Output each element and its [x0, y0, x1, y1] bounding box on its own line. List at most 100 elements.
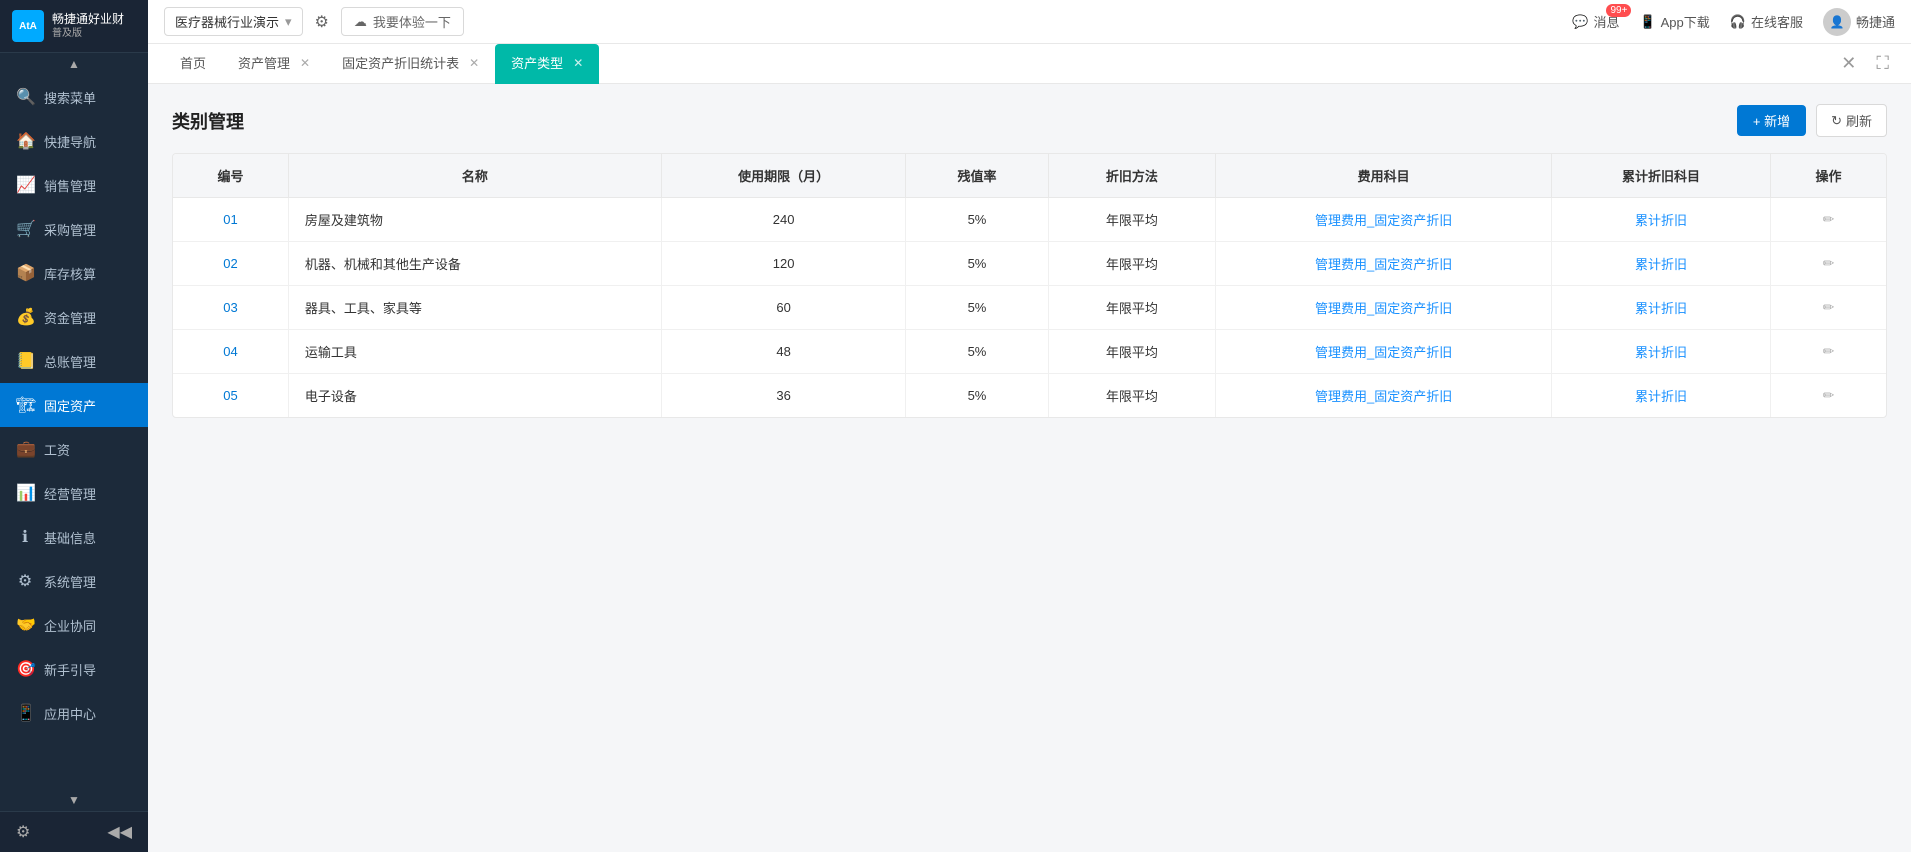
online-service-btn[interactable]: 🎧 在线客服 — [1730, 12, 1803, 31]
sidebar: AtA 畅捷通好业财 普及版 ▲ 🔍 搜索菜单🏠 快捷导航📈 销售管理🛒 采购管… — [0, 0, 148, 852]
sidebar-item-search[interactable]: 🔍 搜索菜单 — [0, 75, 148, 119]
user-name: 畅捷通 — [1856, 12, 1895, 31]
sidebar-scroll-up[interactable]: ▲ — [0, 53, 148, 75]
message-icon: 💬 — [1572, 14, 1588, 30]
sidebar-label-ops: 经营管理 — [44, 484, 96, 503]
tab-asset-type-close[interactable]: ✕ — [573, 56, 583, 70]
sidebar-item-appstore[interactable]: 📱 应用中心 — [0, 691, 148, 735]
sidebar-icon-ledger: 📒 — [16, 351, 34, 371]
cell-residual-3: 5% — [906, 330, 1048, 374]
cell-residual-1: 5% — [906, 242, 1048, 286]
new-button[interactable]: + 新增 — [1737, 105, 1806, 136]
edit-icon-4[interactable]: ✏ — [1823, 387, 1835, 403]
table-row: 02 机器、机械和其他生产设备 120 5% 年限平均 管理费用_固定资产折旧 … — [173, 242, 1886, 286]
tab-asset-mgmt[interactable]: 资产管理 ✕ — [222, 44, 326, 84]
collapse-icon[interactable]: ◀◀ — [107, 822, 132, 842]
sidebar-item-capital[interactable]: 💰 资金管理 — [0, 295, 148, 339]
table-row: 05 电子设备 36 5% 年限平均 管理费用_固定资产折旧 累计折旧 ✏ — [173, 374, 1886, 418]
edit-icon-3[interactable]: ✏ — [1823, 343, 1835, 359]
sidebar-item-inventory[interactable]: 📦 库存核算 — [0, 251, 148, 295]
page-title: 类别管理 — [172, 108, 244, 134]
sidebar-item-sales[interactable]: 📈 销售管理 — [0, 163, 148, 207]
topbar-settings-icon[interactable]: ⚙ — [311, 8, 333, 36]
sidebar-label-guide: 新手引导 — [44, 660, 96, 679]
sidebar-label-basic: 基础信息 — [44, 528, 96, 547]
edit-icon-0[interactable]: ✏ — [1823, 211, 1835, 227]
sidebar-menu: 🔍 搜索菜单🏠 快捷导航📈 销售管理🛒 采购管理📦 库存核算💰 资金管理📒 总账… — [0, 75, 148, 789]
company-selector[interactable]: 医疗器械行业演示 ▾ — [164, 7, 303, 36]
cell-accumulated-3: 累计折旧 — [1552, 330, 1771, 374]
sidebar-label-ledger: 总账管理 — [44, 352, 96, 371]
sidebar-icon-ops: 📊 — [16, 483, 34, 503]
col-method: 折旧方法 — [1048, 154, 1216, 198]
cell-expense-0: 管理费用_固定资产折旧 — [1216, 198, 1552, 242]
cell-expense-2: 管理费用_固定资产折旧 — [1216, 286, 1552, 330]
sidebar-icon-fixed: 🏗 — [16, 395, 34, 415]
cell-expense-1: 管理费用_固定资产折旧 — [1216, 242, 1552, 286]
edit-icon-2[interactable]: ✏ — [1823, 299, 1835, 315]
sidebar-item-basic[interactable]: ℹ 基础信息 — [0, 515, 148, 559]
sidebar-label-search: 搜索菜单 — [44, 88, 96, 107]
cell-method-4: 年限平均 — [1048, 374, 1216, 418]
sidebar-item-ops[interactable]: 📊 经营管理 — [0, 471, 148, 515]
tab-home[interactable]: 首页 — [164, 44, 222, 84]
cell-name-2: 器具、工具、家具等 — [288, 286, 661, 330]
sidebar-item-quicknav[interactable]: 🏠 快捷导航 — [0, 119, 148, 163]
cell-action-4: ✏ — [1771, 374, 1886, 418]
sidebar-item-guide[interactable]: 🎯 新手引导 — [0, 647, 148, 691]
tab-depreciation-table[interactable]: 固定资产折旧统计表 ✕ — [326, 44, 495, 84]
table-row: 03 器具、工具、家具等 60 5% 年限平均 管理费用_固定资产折旧 累计折旧… — [173, 286, 1886, 330]
edit-icon-1[interactable]: ✏ — [1823, 255, 1835, 271]
cell-method-1: 年限平均 — [1048, 242, 1216, 286]
sidebar-scroll-down[interactable]: ▼ — [0, 789, 148, 811]
cell-period-0: 240 — [661, 198, 906, 242]
cell-code-1: 02 — [173, 242, 288, 286]
company-dropdown-arrow: ▾ — [285, 14, 292, 30]
col-expense: 费用科目 — [1216, 154, 1552, 198]
sidebar-icon-collab: 🤝 — [16, 615, 34, 635]
sidebar-label-appstore: 应用中心 — [44, 704, 96, 723]
cell-code-3: 04 — [173, 330, 288, 374]
user-menu[interactable]: 👤 畅捷通 — [1823, 8, 1895, 36]
message-btn[interactable]: 💬 消息 99+ — [1572, 12, 1619, 31]
cell-expense-4: 管理费用_固定资产折旧 — [1216, 374, 1552, 418]
cell-period-1: 120 — [661, 242, 906, 286]
app-download-btn[interactable]: 📱 App下载 — [1639, 12, 1709, 31]
sidebar-icon-inventory: 📦 — [16, 263, 34, 283]
message-badge: 99+ — [1606, 4, 1631, 17]
cell-action-0: ✏ — [1771, 198, 1886, 242]
sidebar-item-ledger[interactable]: 📒 总账管理 — [0, 339, 148, 383]
col-code: 编号 — [173, 154, 288, 198]
sidebar-item-wage[interactable]: 💼 工资 — [0, 427, 148, 471]
logo-text: 畅捷通好业财 普及版 — [52, 12, 124, 41]
topbar-right: 💬 消息 99+ 📱 App下载 🎧 在线客服 👤 畅捷通 — [1572, 8, 1895, 36]
cell-code-4: 05 — [173, 374, 288, 418]
refresh-button[interactable]: ↻ 刷新 — [1816, 104, 1887, 137]
tab-asset-type[interactable]: 资产类型 ✕ — [495, 44, 599, 84]
logo-icon: AtA — [12, 10, 44, 42]
sidebar-item-system[interactable]: ⚙ 系统管理 — [0, 559, 148, 603]
tab-close-all-icon[interactable]: ✕ — [1835, 51, 1862, 76]
cell-code-0: 01 — [173, 198, 288, 242]
sidebar-icon-basic: ℹ — [16, 527, 34, 547]
experience-button[interactable]: ☁ 我要体验一下 — [341, 7, 464, 36]
sidebar-icon-appstore: 📱 — [16, 703, 34, 723]
sidebar-item-purchase[interactable]: 🛒 采购管理 — [0, 207, 148, 251]
tab-expand-icon[interactable]: ⛶ — [1870, 51, 1895, 76]
cloud-icon: ☁ — [354, 14, 367, 30]
col-accumulated: 累计折旧科目 — [1552, 154, 1771, 198]
settings-bottom-icon[interactable]: ⚙ — [16, 822, 30, 842]
app-icon: 📱 — [1639, 14, 1655, 30]
cell-method-3: 年限平均 — [1048, 330, 1216, 374]
sidebar-label-purchase: 采购管理 — [44, 220, 96, 239]
avatar: 👤 — [1823, 8, 1851, 36]
sidebar-item-collab[interactable]: 🤝 企业协同 — [0, 603, 148, 647]
sidebar-item-fixed[interactable]: 🏗 固定资产 — [0, 383, 148, 427]
cell-code-2: 03 — [173, 286, 288, 330]
tab-depreciation-close[interactable]: ✕ — [469, 56, 479, 70]
main-area: 医疗器械行业演示 ▾ ⚙ ☁ 我要体验一下 💬 消息 99+ 📱 App下载 🎧… — [148, 0, 1911, 852]
cell-method-0: 年限平均 — [1048, 198, 1216, 242]
sidebar-label-wage: 工资 — [44, 440, 70, 459]
tab-asset-mgmt-close[interactable]: ✕ — [300, 56, 310, 70]
sidebar-icon-system: ⚙ — [16, 571, 34, 591]
